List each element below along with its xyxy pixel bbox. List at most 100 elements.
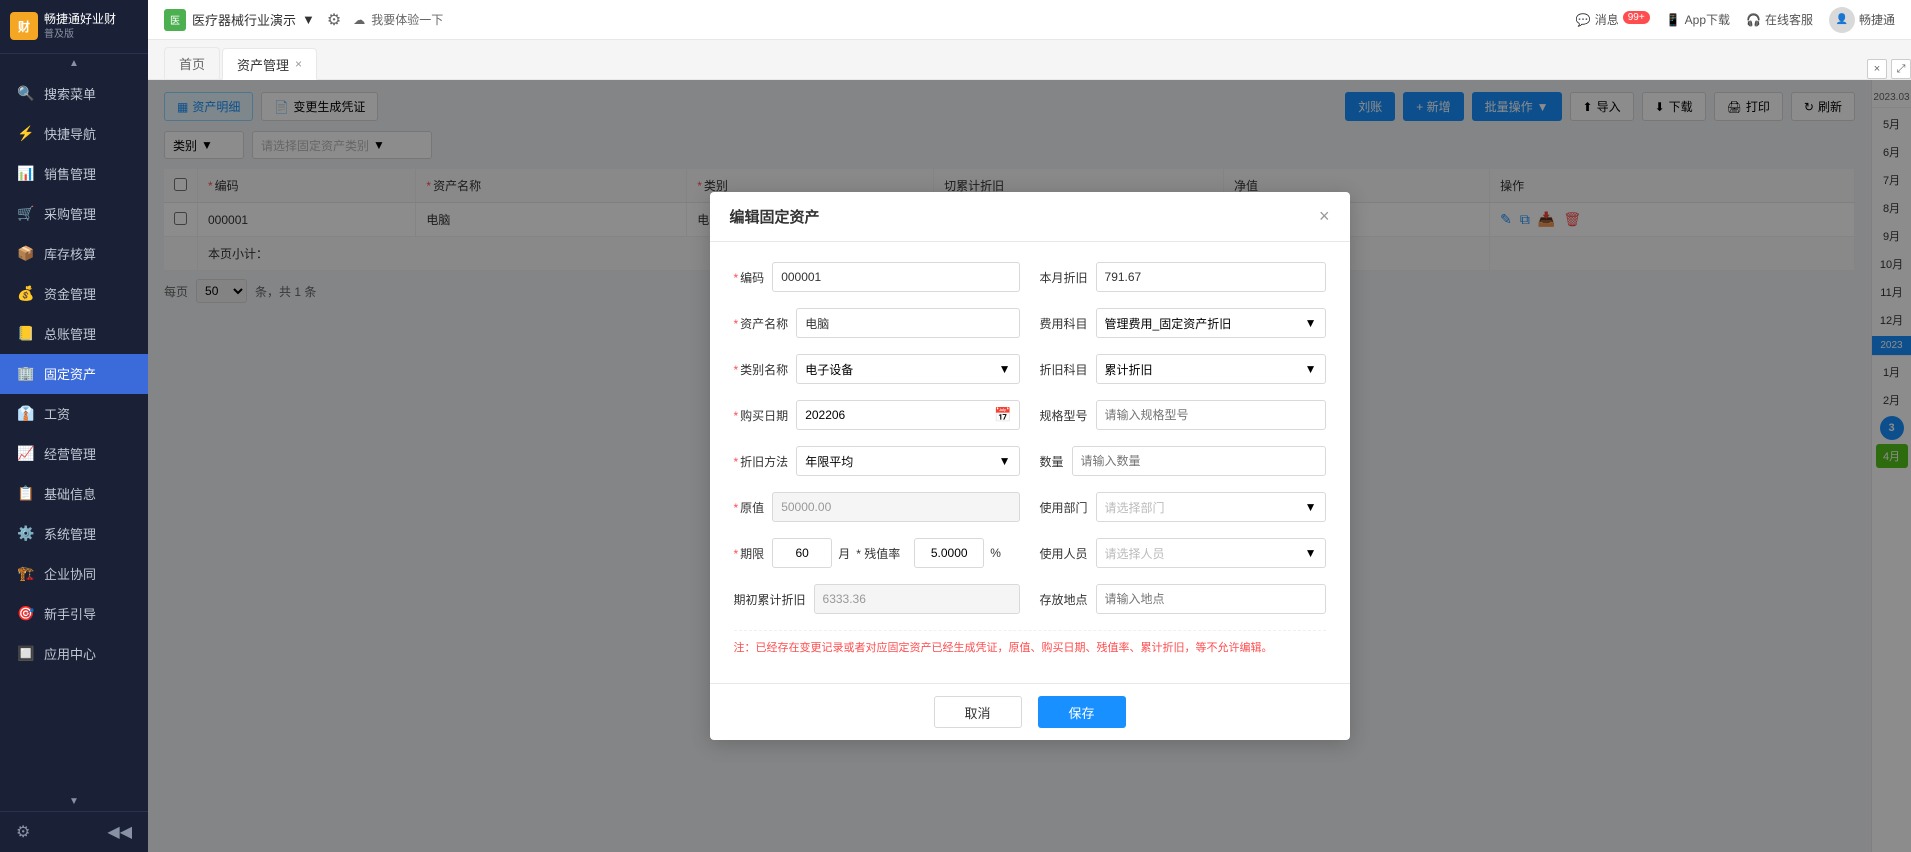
sidebar-item-search[interactable]: 🔍 搜索菜单 — [0, 74, 148, 114]
collapse-icon[interactable]: ◀◀ — [107, 822, 132, 842]
avatar: 👤 — [1829, 7, 1855, 33]
inventory-icon: 📦 — [16, 244, 36, 264]
field-purchase-date: *购买日期 📅 — [734, 400, 1020, 430]
funds-icon: 💰 — [16, 284, 36, 304]
form-row-7: *期限 月 * 残值率 % 使用人员 — [734, 538, 1326, 568]
tab-home[interactable]: 首页 — [164, 47, 220, 79]
method-dropdown-icon: ▼ — [999, 454, 1011, 468]
field-depreciation-method: *折旧方法 年限平均 ▼ — [734, 446, 1020, 476]
experience-btn[interactable]: ☁ 我要体验一下 — [353, 11, 443, 28]
depreciation-method-select[interactable]: 年限平均 ▼ — [796, 446, 1019, 476]
salary-icon: 👔 — [16, 404, 36, 424]
period-input[interactable] — [772, 538, 832, 568]
edit-asset-modal: 编辑固定资产 × *编码 本月折旧 — [710, 192, 1350, 740]
user-dropdown-icon: ▼ — [1305, 546, 1317, 560]
spec-input[interactable] — [1096, 400, 1326, 430]
quantity-input[interactable] — [1072, 446, 1326, 476]
modal-title: 编辑固定资产 — [730, 206, 820, 227]
form-row-3: *类别名称 电子设备 ▼ 折旧科目 累计折旧 ▼ — [734, 354, 1326, 384]
form-row-2: *资产名称 费用科目 管理费用_固定资产折旧 ▼ — [734, 308, 1326, 338]
user-select[interactable]: 请选择人员 ▼ — [1096, 538, 1326, 568]
calendar-icon: 📅 — [994, 407, 1011, 424]
modal-overlay: 编辑固定资产 × *编码 本月折旧 — [148, 80, 1911, 852]
enterprise-icon: 🏗️ — [16, 564, 36, 584]
field-code: *编码 — [734, 262, 1020, 292]
sidebar-logo: 财 畅捷通好业财 普及版 — [0, 0, 148, 54]
form-row-4: *购买日期 📅 规格型号 — [734, 400, 1326, 430]
sidebar-item-inventory[interactable]: 📦 库存核算 — [0, 234, 148, 274]
sidebar-item-salary[interactable]: 👔 工资 — [0, 394, 148, 434]
form-row-5: *折旧方法 年限平均 ▼ 数量 — [734, 446, 1326, 476]
form-row-6: *原值 使用部门 请选择部门 ▼ — [734, 492, 1326, 522]
expense-account-select[interactable]: 管理费用_固定资产折旧 ▼ — [1096, 308, 1326, 338]
sidebar-item-guide[interactable]: 🎯 新手引导 — [0, 594, 148, 634]
sidebar-item-app-center[interactable]: 🔲 应用中心 — [0, 634, 148, 674]
guide-icon: 🎯 — [16, 604, 36, 624]
code-input[interactable] — [772, 262, 1019, 292]
sidebar-item-ledger[interactable]: 📒 总账管理 — [0, 314, 148, 354]
sidebar-item-quicknav[interactable]: ⚡ 快捷导航 — [0, 114, 148, 154]
app-download-btn[interactable]: 📱 App下载 — [1666, 11, 1730, 28]
save-button[interactable]: 保存 — [1038, 696, 1126, 728]
content-area: ▦ 资产明细 📄 变更生成凭证 刘账 + 新增 — [148, 80, 1911, 852]
sales-icon: 📊 — [16, 164, 36, 184]
field-depreciation-account: 折旧科目 累计折旧 ▼ — [1040, 354, 1326, 384]
sidebar-item-sales[interactable]: 📊 销售管理 — [0, 154, 148, 194]
cancel-button[interactable]: 取消 — [934, 696, 1022, 728]
sidebar-scroll-up[interactable]: ▲ — [0, 54, 148, 74]
search-icon: 🔍 — [16, 84, 36, 104]
field-period: *期限 月 * 残值率 % — [734, 538, 1020, 568]
system-icon: ⚙️ — [16, 524, 36, 544]
sidebar-scroll-down[interactable]: ▼ — [0, 791, 148, 811]
messages-icon: 💬 — [1576, 13, 1591, 27]
field-initial-depreciation: 期初累计折旧 — [734, 584, 1020, 614]
sidebar-item-enterprise[interactable]: 🏗️ 企业协同 — [0, 554, 148, 594]
monthly-depreciation-input[interactable] — [1096, 262, 1326, 292]
user-menu[interactable]: 👤 畅捷通 — [1829, 7, 1895, 33]
messages-btn[interactable]: 💬 消息 99+ — [1576, 11, 1650, 28]
field-asset-name: *资产名称 — [734, 308, 1020, 338]
app-center-icon: 🔲 — [16, 644, 36, 664]
app-logo-text: 畅捷通好业财 普及版 — [44, 12, 116, 41]
depreciation-account-select[interactable]: 累计折旧 ▼ — [1096, 354, 1326, 384]
company-selector[interactable]: 医 医疗器械行业演示 ▼ — [164, 9, 315, 31]
location-input[interactable] — [1096, 584, 1326, 614]
main-area: 医 医疗器械行业演示 ▼ ⚙ ☁ 我要体验一下 💬 消息 99+ 📱 App下载… — [148, 0, 1911, 852]
field-location: 存放地点 — [1040, 584, 1326, 614]
original-value-input[interactable] — [772, 492, 1019, 522]
window-controls: × ⤢ — [1867, 59, 1911, 79]
residual-rate-input[interactable] — [914, 538, 984, 568]
field-original-value: *原值 — [734, 492, 1020, 522]
online-service-btn[interactable]: 🎧 在线客服 — [1746, 11, 1813, 28]
close-window-btn[interactable]: × — [1867, 59, 1887, 79]
sidebar-item-purchase[interactable]: 🛒 采购管理 — [0, 194, 148, 234]
sidebar-item-base-info[interactable]: 📋 基础信息 — [0, 474, 148, 514]
app-logo-icon: 财 — [10, 12, 38, 40]
sidebar-item-operations[interactable]: 📈 经营管理 — [0, 434, 148, 474]
tab-asset-management[interactable]: 资产管理 × — [222, 48, 317, 80]
topbar-right: 💬 消息 99+ 📱 App下载 🎧 在线客服 👤 畅捷通 — [1576, 7, 1895, 33]
base-info-icon: 📋 — [16, 484, 36, 504]
sidebar-nav: 🔍 搜索菜单 ⚡ 快捷导航 📊 销售管理 🛒 采购管理 📦 库存核算 💰 资金管… — [0, 74, 148, 791]
quicknav-icon: ⚡ — [16, 124, 36, 144]
topbar-gear-icon[interactable]: ⚙ — [327, 10, 341, 30]
form-row-8: 期初累计折旧 存放地点 — [734, 584, 1326, 614]
asset-name-input[interactable] — [796, 308, 1019, 338]
sidebar-item-funds[interactable]: 💰 资金管理 — [0, 274, 148, 314]
maximize-window-btn[interactable]: ⤢ — [1891, 59, 1911, 79]
messages-badge: 99+ — [1623, 11, 1650, 24]
sidebar-item-fixed-assets[interactable]: 🏢 固定资产 — [0, 354, 148, 394]
expense-dropdown-icon: ▼ — [1305, 316, 1317, 330]
initial-depreciation-input[interactable] — [814, 584, 1020, 614]
category-select[interactable]: 电子设备 ▼ — [796, 354, 1019, 384]
ledger-icon: 📒 — [16, 324, 36, 344]
department-select[interactable]: 请选择部门 ▼ — [1096, 492, 1326, 522]
field-category: *类别名称 电子设备 ▼ — [734, 354, 1020, 384]
sidebar-item-system[interactable]: ⚙️ 系统管理 — [0, 514, 148, 554]
dept-dropdown-icon: ▼ — [1305, 500, 1317, 514]
tab-close-icon[interactable]: × — [295, 57, 302, 71]
purchase-date-input[interactable] — [796, 400, 1019, 430]
settings-icon[interactable]: ⚙ — [16, 822, 30, 842]
modal-close-btn[interactable]: × — [1319, 206, 1330, 227]
modal-header: 编辑固定资产 × — [710, 192, 1350, 242]
